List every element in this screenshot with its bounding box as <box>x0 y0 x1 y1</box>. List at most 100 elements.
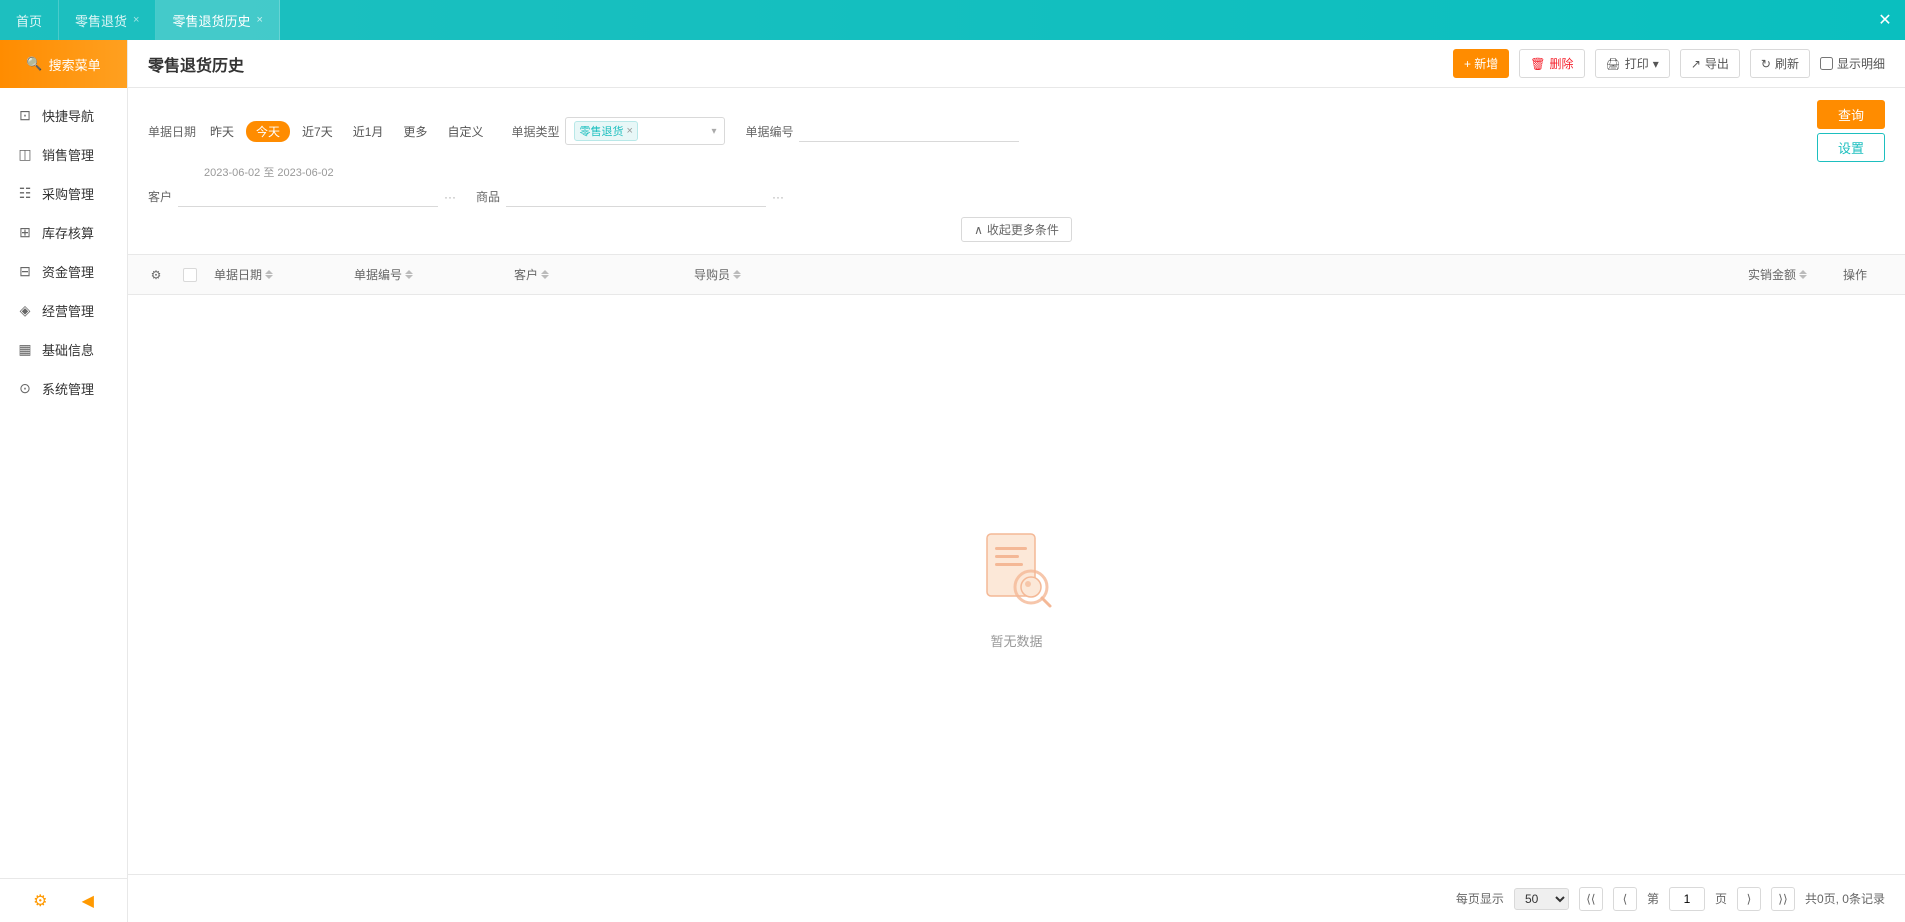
nav-icon-basic-info: ▦ <box>16 341 34 359</box>
nav-label-quick-nav: 快捷导航 <box>42 106 94 125</box>
collapse-button[interactable]: ∧ 收起更多条件 <box>961 217 1072 242</box>
select-all-checkbox[interactable] <box>183 268 197 282</box>
date-btn-more[interactable]: 更多 <box>395 121 435 142</box>
print-button[interactable]: 🖨 打印 ▾ <box>1595 49 1670 78</box>
tab-retail-return[interactable]: 零售退货 × <box>59 0 156 40</box>
sidebar-bottom: ⚙ ◀ <box>0 878 127 922</box>
collapse-row: ∧ 收起更多条件 <box>148 217 1885 242</box>
page-title: 零售退货历史 <box>148 52 244 76</box>
nav-label-sales-mgmt: 销售管理 <box>42 145 94 164</box>
guide-sort[interactable] <box>733 270 741 279</box>
sidebar-nav: ⊡ 快捷导航 ◫ 销售管理 ☷ 采购管理 ⊞ 库存核算 ⊟ 资金管理 ◈ 经营管… <box>0 88 127 878</box>
delete-icon: 🗑 <box>1530 57 1545 71</box>
date-btn-today[interactable]: 今天 <box>246 121 290 142</box>
show-detail-checkbox[interactable] <box>1820 57 1833 70</box>
amount-sort[interactable] <box>1799 270 1807 279</box>
voucher-no-input[interactable] <box>799 121 1019 142</box>
sidebar-item-purchase-mgmt[interactable]: ☷ 采购管理 <box>0 174 127 213</box>
sidebar-item-basic-info[interactable]: ▦ 基础信息 <box>0 330 127 369</box>
tab-label-home: 首页 <box>16 11 42 30</box>
nav-icon-sys-mgmt: ⊙ <box>16 380 34 398</box>
window-close-button[interactable]: ✕ <box>1865 0 1905 40</box>
search-menu-button[interactable]: 🔍 搜索菜单 <box>0 40 127 88</box>
print-dropdown-icon: ▾ <box>1653 57 1659 71</box>
refresh-button[interactable]: ↻ 刷新 <box>1750 49 1810 78</box>
tab-list: 首页零售退货×零售退货历史× <box>0 0 1865 40</box>
sidebar-item-sales-mgmt[interactable]: ◫ 销售管理 <box>0 135 127 174</box>
nav-label-operations: 经营管理 <box>42 301 94 320</box>
refresh-icon: ↻ <box>1761 57 1771 71</box>
nav-icon-quick-nav: ⊡ <box>16 107 34 125</box>
customer-sort[interactable] <box>541 270 549 279</box>
customer-input[interactable] <box>178 186 438 207</box>
tab-retail-return-history[interactable]: 零售退货历史× <box>156 0 279 40</box>
goods-search-icon[interactable]: ··· <box>772 190 784 204</box>
th-gear[interactable]: ⚙ <box>138 268 174 282</box>
sidebar-item-finance[interactable]: ⊟ 资金管理 <box>0 252 127 291</box>
date-selector: 昨天 今天 近7天 近1月 更多 自定义 <box>202 121 491 142</box>
settings-icon[interactable]: ⚙ <box>33 891 47 911</box>
voucher-type-select-inner: 零售退货 × <box>574 121 705 141</box>
toolbar: + 新增 🗑 删除 🖨 打印 ▾ ↗ 导出 ↻ 刷新 <box>1453 49 1885 78</box>
nav-icon-inventory: ⊞ <box>16 224 34 242</box>
sidebar-item-operations[interactable]: ◈ 经营管理 <box>0 291 127 330</box>
settings-button[interactable]: 设置 <box>1817 133 1885 162</box>
th-action: 操作 <box>1815 266 1895 283</box>
tab-home[interactable]: 首页 <box>0 0 59 40</box>
tab-close-retail-return[interactable]: × <box>133 14 139 26</box>
prev-page-button[interactable]: ⟨ <box>1613 887 1637 911</box>
nav-label-purchase-mgmt: 采购管理 <box>42 184 94 203</box>
nav-icon-finance: ⊟ <box>16 263 34 281</box>
date-btn-1month[interactable]: 近1月 <box>345 121 392 142</box>
date-btn-custom[interactable]: 自定义 <box>439 121 491 142</box>
collapse-icon: ∧ <box>974 223 983 237</box>
collapse-sidebar-icon[interactable]: ◀ <box>82 891 94 911</box>
goods-input[interactable] <box>506 186 766 207</box>
next-page-button[interactable]: ⟩ <box>1737 887 1761 911</box>
filter-area: 单据日期 昨天 今天 近7天 近1月 更多 自定义 单据类型 <box>128 88 1905 255</box>
last-page-button[interactable]: ⟩⟩ <box>1771 887 1795 911</box>
th-num: 单据编号 <box>346 266 506 283</box>
th-check[interactable] <box>174 268 206 282</box>
voucher-no-label: 单据编号 <box>745 123 793 140</box>
delete-button[interactable]: 🗑 删除 <box>1519 49 1584 78</box>
first-page-button[interactable]: ⟨⟨ <box>1579 887 1603 911</box>
goods-label: 商品 <box>476 188 500 205</box>
date-filter-item: 单据日期 昨天 今天 近7天 近1月 更多 自定义 <box>148 121 491 142</box>
page-size-select[interactable]: 20 50 100 <box>1514 888 1569 910</box>
gear-icon[interactable]: ⚙ <box>151 268 162 282</box>
date-range-text: 2023-06-02 至 2023-06-02 <box>204 167 334 179</box>
action-buttons: 查询 设置 <box>1817 100 1885 162</box>
tab-label-retail-return: 零售退货 <box>75 11 127 30</box>
voucher-type-select[interactable]: 零售退货 × ▾ <box>565 117 725 145</box>
voucher-type-tag: 零售退货 × <box>574 121 637 141</box>
filter-row-2: 客户 ··· 商品 ··· <box>148 186 1885 207</box>
tab-close-retail-return-history[interactable]: × <box>256 14 262 26</box>
new-button[interactable]: + 新增 <box>1453 49 1509 78</box>
sidebar-item-sys-mgmt[interactable]: ⊙ 系统管理 <box>0 369 127 408</box>
date-btn-7days[interactable]: 近7天 <box>294 121 341 142</box>
page-number-input[interactable] <box>1669 887 1705 911</box>
nav-icon-sales-mgmt: ◫ <box>16 146 34 164</box>
customer-search-icon[interactable]: ··· <box>444 190 456 204</box>
query-button[interactable]: 查询 <box>1817 100 1885 129</box>
th-guide: 导购员 <box>686 266 826 283</box>
date-sort[interactable] <box>265 270 273 279</box>
tag-close-icon[interactable]: × <box>626 125 632 137</box>
sidebar-item-quick-nav[interactable]: ⊡ 快捷导航 <box>0 96 127 135</box>
num-sort[interactable] <box>405 270 413 279</box>
nav-label-finance: 资金管理 <box>42 262 94 281</box>
show-detail-checkbox-label[interactable]: 显示明细 <box>1820 55 1885 72</box>
export-button[interactable]: ↗ 导出 <box>1680 49 1740 78</box>
export-icon: ↗ <box>1691 57 1701 71</box>
customer-label: 客户 <box>148 188 172 205</box>
voucher-type-filter-item: 单据类型 零售退货 × ▾ <box>511 117 725 145</box>
page-suffix: 页 <box>1715 890 1727 907</box>
th-amount: 实销金额 <box>826 266 1815 283</box>
nav-label-basic-info: 基础信息 <box>42 340 94 359</box>
sidebar-item-inventory[interactable]: ⊞ 库存核算 <box>0 213 127 252</box>
top-bar: 首页零售退货×零售退货历史× ✕ <box>0 0 1905 40</box>
voucher-type-dropdown-icon: ▾ <box>711 126 716 137</box>
date-btn-yesterday[interactable]: 昨天 <box>202 121 242 142</box>
empty-state: 暂无数据 <box>128 295 1905 874</box>
